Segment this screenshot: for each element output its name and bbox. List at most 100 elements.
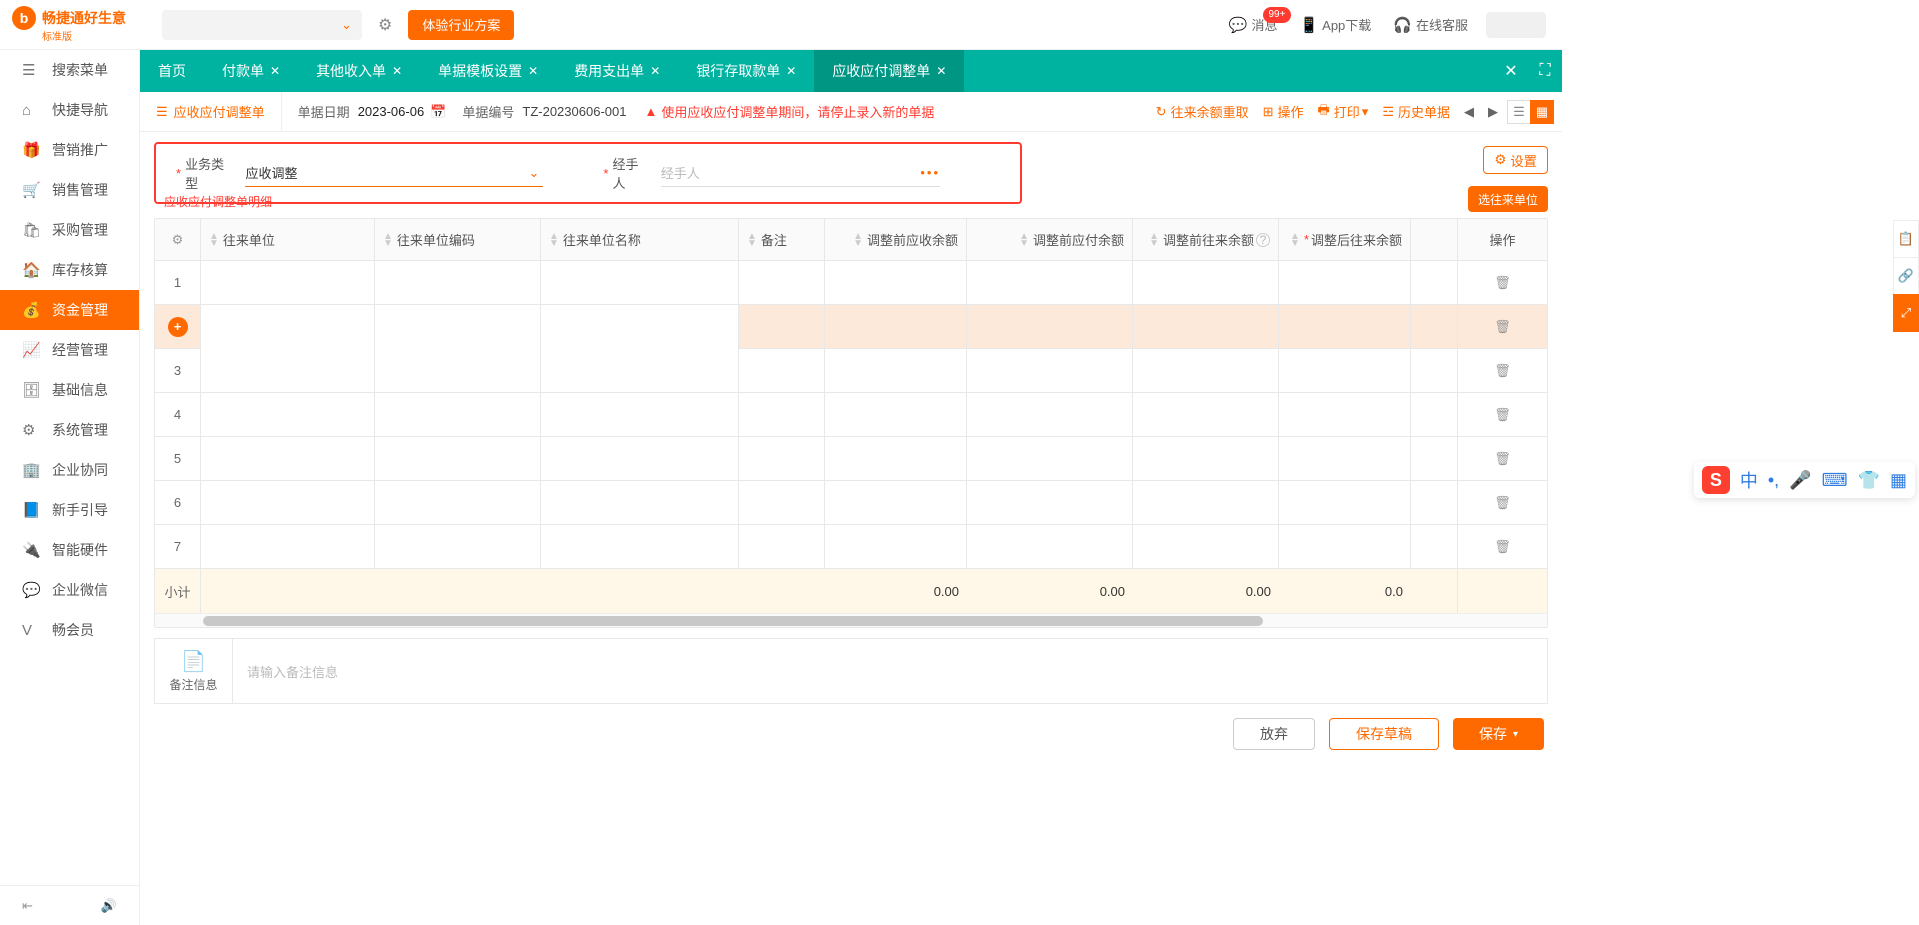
ime-punct-icon[interactable]: •, (1768, 470, 1779, 491)
sidebar-item-5[interactable]: 🏠库存核算 (0, 250, 139, 290)
table-cell[interactable] (375, 305, 541, 349)
table-row[interactable] (201, 481, 1457, 525)
sound-icon[interactable]: 🔊 (101, 898, 117, 914)
table-cell[interactable] (1279, 349, 1411, 393)
trash-icon[interactable]: 🗑 (1494, 275, 1511, 291)
table-cell[interactable] (967, 305, 1133, 349)
tab-4[interactable]: 费用支出单✕ (556, 50, 678, 92)
gear-icon[interactable]: ⚙ (172, 232, 184, 248)
gear-icon[interactable]: ⚙ (378, 15, 392, 35)
print-button[interactable]: 🖶打印▾ (1318, 101, 1369, 123)
table-cell[interactable] (201, 393, 375, 437)
table-cell[interactable] (825, 481, 967, 525)
sidebar-item-12[interactable]: 🔌智能硬件 (0, 530, 139, 570)
table-cell[interactable] (1279, 305, 1411, 349)
table-cell[interactable] (967, 349, 1133, 393)
table-cell[interactable] (739, 481, 825, 525)
calendar-icon[interactable]: 📅 (430, 104, 446, 120)
sidebar-item-6[interactable]: 💰资金管理 (0, 290, 139, 330)
table-cell[interactable] (375, 261, 541, 305)
table-cell[interactable] (739, 305, 825, 349)
settings-button[interactable]: ⚙ 设置 (1483, 146, 1548, 174)
table-cell[interactable] (375, 393, 541, 437)
col-adj-after[interactable]: ▲▼*调整后往来余额 (1279, 219, 1411, 261)
trash-icon[interactable]: 🗑 (1494, 407, 1511, 423)
trash-icon[interactable]: 🗑 (1494, 495, 1511, 511)
table-cell[interactable] (825, 525, 967, 569)
table-cell[interactable] (1279, 261, 1411, 305)
avatar[interactable] (1486, 12, 1546, 38)
ime-keyboard-icon[interactable]: ⌨ (1822, 470, 1848, 491)
save-button[interactable]: 保存▾ (1453, 718, 1544, 750)
sidebar-item-7[interactable]: 📈经营管理 (0, 330, 139, 370)
ime-grid-icon[interactable]: ▦ (1890, 470, 1907, 491)
operate-button[interactable]: ⊞操作 (1263, 102, 1304, 121)
table-cell[interactable] (1133, 437, 1279, 481)
select-unit-button[interactable]: 选往来单位 (1468, 186, 1548, 212)
date-value[interactable]: 2023-06-06 (358, 104, 425, 119)
org-selector[interactable]: ⌄ (162, 10, 362, 40)
horizontal-scrollbar[interactable] (155, 613, 1547, 627)
trash-icon[interactable]: 🗑 (1494, 539, 1511, 555)
close-icon[interactable]: ✕ (528, 64, 538, 78)
table-cell[interactable] (541, 481, 739, 525)
table-cell[interactable] (1279, 437, 1411, 481)
table-cell[interactable] (825, 437, 967, 481)
remark-input[interactable]: 请输入备注信息 (233, 639, 1547, 703)
table-cell[interactable] (541, 349, 739, 393)
table-cell[interactable] (541, 525, 739, 569)
table-cell[interactable] (1279, 393, 1411, 437)
table-row[interactable] (201, 349, 1457, 393)
help-icon[interactable]: ? (1256, 233, 1270, 247)
table-cell[interactable] (1279, 481, 1411, 525)
table-cell[interactable] (739, 437, 825, 481)
table-cell[interactable] (541, 437, 739, 481)
col-code[interactable]: ▲▼往来单位编码 (375, 219, 541, 261)
sidebar-item-13[interactable]: 💬企业微信 (0, 570, 139, 610)
tab-6[interactable]: 应收应付调整单✕ (814, 50, 964, 92)
dock-note-icon[interactable]: 📋 (1893, 220, 1919, 258)
sidebar-item-14[interactable]: V畅会员 (0, 610, 139, 650)
reget-balance-button[interactable]: ↻往来余额重取 (1156, 102, 1249, 121)
table-cell[interactable] (825, 261, 967, 305)
tab-expand[interactable]: ⛶ (1528, 50, 1562, 92)
table-cell[interactable] (375, 349, 541, 393)
trash-icon[interactable]: 🗑 (1494, 363, 1511, 379)
table-cell[interactable] (201, 525, 375, 569)
sidebar-item-2[interactable]: 🎁营销推广 (0, 130, 139, 170)
close-icon[interactable]: ✕ (786, 64, 796, 78)
tab-0[interactable]: 首页 (140, 50, 204, 92)
ime-mic-icon[interactable]: 🎤 (1789, 470, 1811, 491)
table-row[interactable] (201, 437, 1457, 481)
col-adj-bal[interactable]: ▲▼调整前往来余额? (1133, 219, 1279, 261)
sidebar-item-1[interactable]: ⌂快捷导航 (0, 90, 139, 130)
table-cell[interactable] (825, 393, 967, 437)
table-row[interactable] (201, 525, 1457, 569)
sidebar-item-9[interactable]: ⚙系统管理 (0, 410, 139, 450)
history-button[interactable]: ☲历史单据 (1382, 102, 1450, 121)
close-icon[interactable]: ✕ (936, 64, 946, 78)
sidebar-item-0[interactable]: ☰搜索菜单 (0, 50, 139, 90)
layout-list-icon[interactable]: ☰ (1507, 100, 1531, 124)
close-icon[interactable]: ✕ (270, 64, 280, 78)
layout-grid-icon[interactable]: ▦ (1530, 100, 1554, 124)
prev-record-button[interactable]: ◀ (1464, 104, 1474, 120)
trial-button[interactable]: 体验行业方案 (408, 10, 514, 40)
table-cell[interactable] (1133, 261, 1279, 305)
table-row[interactable] (201, 393, 1457, 437)
dock-expand-icon[interactable]: ⤢ (1893, 294, 1919, 332)
biz-type-select[interactable]: 应收调整 ⌄ (245, 159, 543, 187)
table-row[interactable] (201, 261, 1457, 305)
table-cell[interactable] (967, 481, 1133, 525)
tab-2[interactable]: 其他收入单✕ (298, 50, 420, 92)
table-cell[interactable] (541, 393, 739, 437)
tab-3[interactable]: 单据模板设置✕ (420, 50, 556, 92)
app-download-link[interactable]: 📱 App下载 (1299, 15, 1371, 34)
ime-toolbar[interactable]: S 中 •, 🎤 ⌨ 👕 ▦ (1694, 462, 1915, 498)
col-adj-pay[interactable]: ▲▼调整前应付余额 (967, 219, 1133, 261)
tab-1[interactable]: 付款单✕ (204, 50, 298, 92)
sidebar-item-8[interactable]: 🗄基础信息 (0, 370, 139, 410)
table-cell[interactable] (201, 261, 375, 305)
dock-link-icon[interactable]: 🔗 (1893, 257, 1919, 295)
table-cell[interactable] (1133, 305, 1279, 349)
